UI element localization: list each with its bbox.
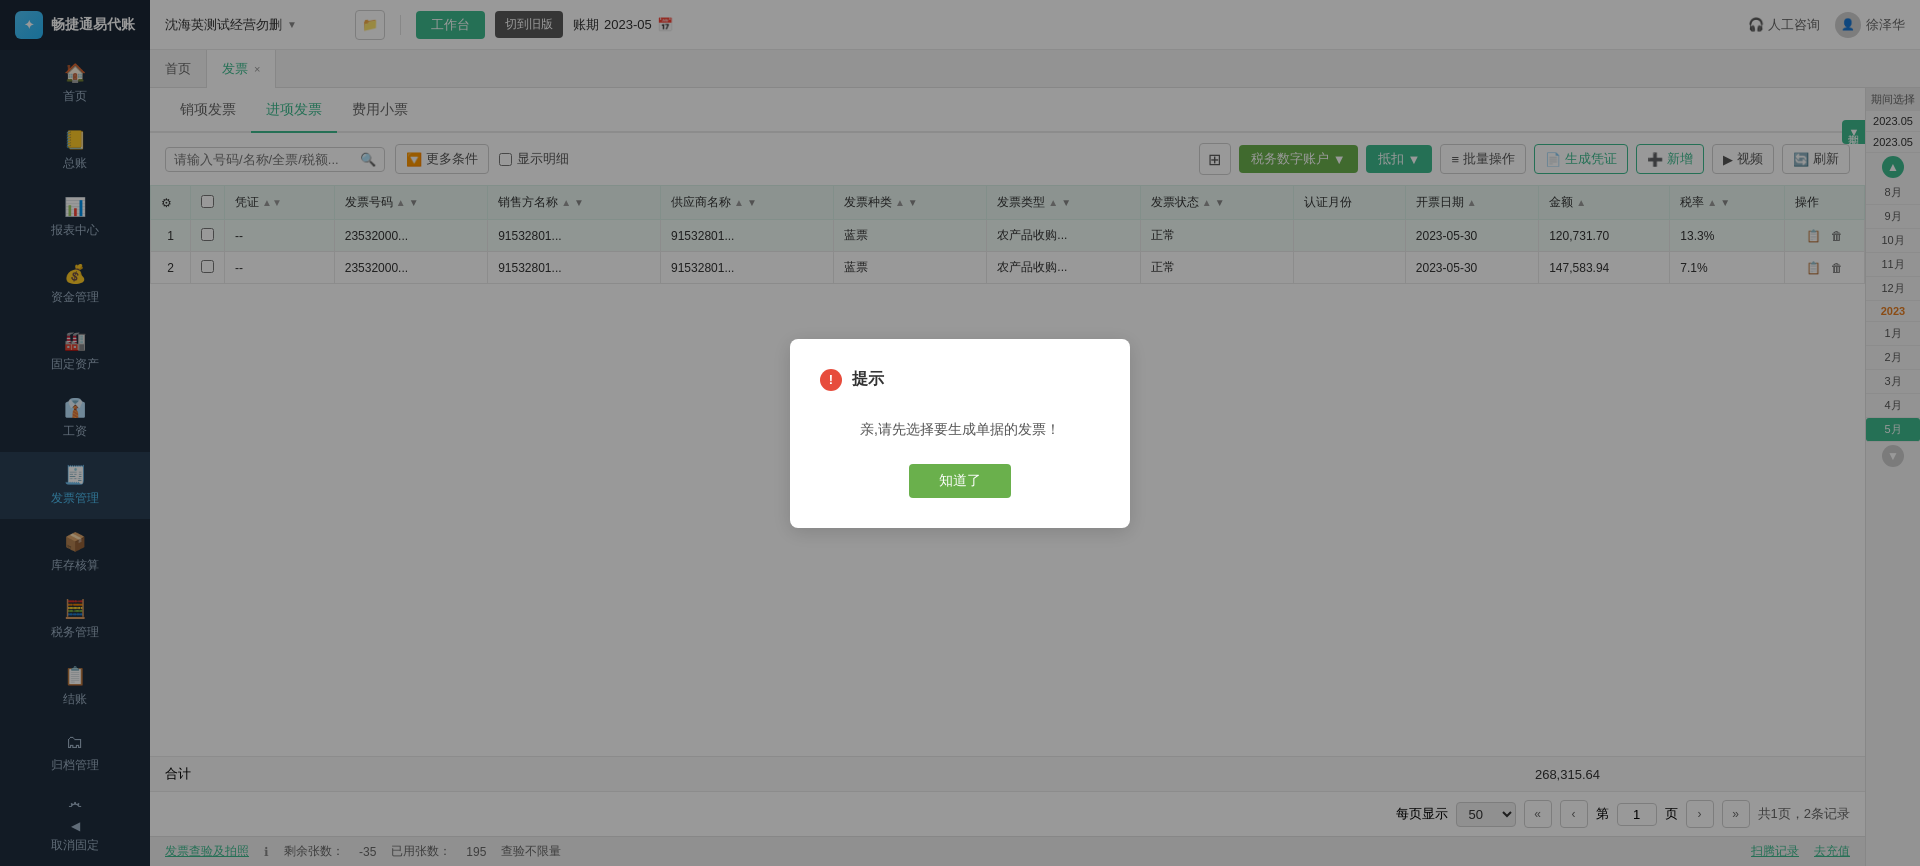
modal-footer: 知道了 [820, 464, 1100, 498]
modal-message: 亲,请先选择要生成单据的发票！ [860, 421, 1060, 437]
modal-overlay[interactable]: ! 提示 亲,请先选择要生成单据的发票！ 知道了 [0, 0, 1920, 866]
modal-warning-icon: ! [820, 369, 842, 391]
modal-confirm-button[interactable]: 知道了 [909, 464, 1011, 498]
modal-body: 亲,请先选择要生成单据的发票！ [820, 411, 1100, 464]
modal-dialog: ! 提示 亲,请先选择要生成单据的发票！ 知道了 [790, 339, 1130, 528]
modal-title: 提示 [852, 369, 884, 390]
modal-header: ! 提示 [820, 369, 1100, 391]
